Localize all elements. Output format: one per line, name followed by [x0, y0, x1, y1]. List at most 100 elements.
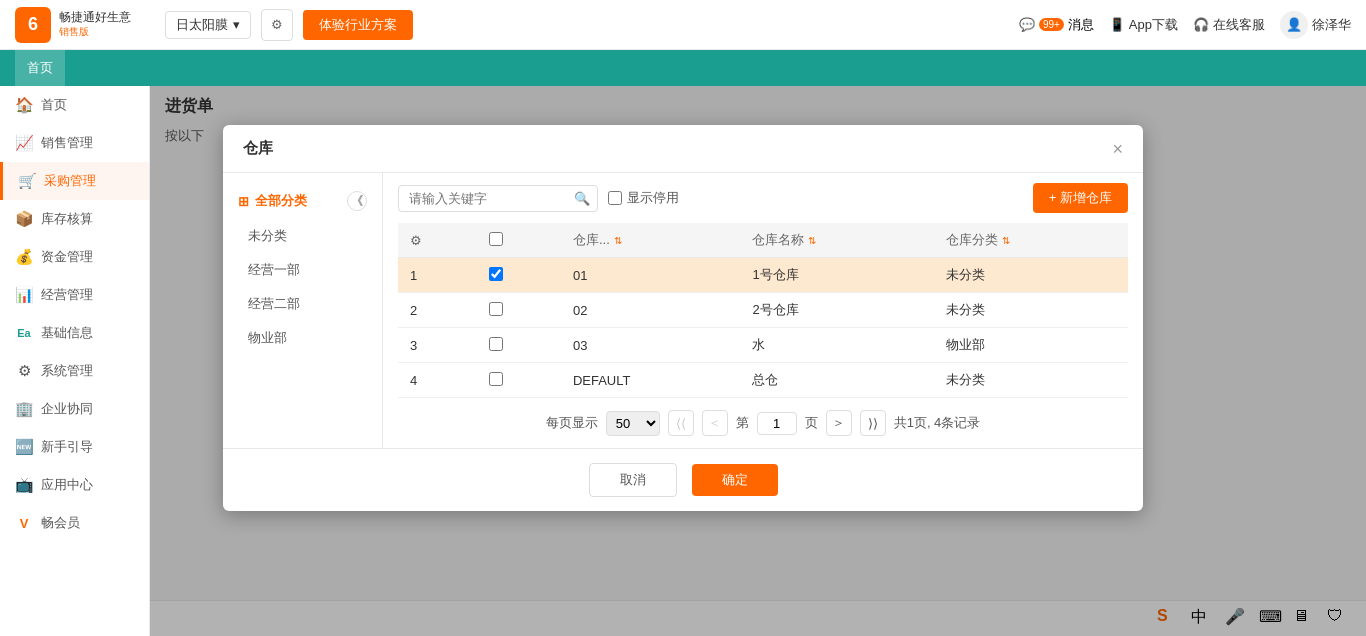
header-right: 💬 99+ 消息 📱 App下载 🎧 在线客服 👤 徐泽华: [1019, 11, 1351, 39]
search-input[interactable]: [398, 185, 598, 212]
purchase-icon: 🛒: [18, 172, 36, 190]
sidebar-item-member[interactable]: V 畅会员: [0, 504, 149, 542]
search-icon[interactable]: 🔍: [574, 191, 590, 206]
sidebar-label-member: 畅会员: [41, 514, 80, 532]
table-row[interactable]: 3 03 水 物业部: [398, 328, 1128, 363]
col-checkbox: [477, 223, 561, 258]
sidebar-item-apps[interactable]: 📺 应用中心: [0, 466, 149, 504]
col-name-label: 仓库名称: [752, 231, 804, 249]
row-category: 物业部: [934, 328, 1128, 363]
logo-area: 6 畅捷通好生意 销售版: [15, 7, 165, 43]
prev-page-button[interactable]: ＜: [702, 410, 728, 436]
category-item-op1[interactable]: 经营一部: [223, 253, 382, 287]
app-download-button[interactable]: 📱 App下载: [1109, 16, 1178, 34]
sidebar-item-operation[interactable]: 📊 经营管理: [0, 276, 149, 314]
message-label: 消息: [1068, 16, 1094, 34]
modal-backdrop: 仓库 × ⊞ 全部分类 《 未分类 经营一部 经营二部: [150, 86, 1366, 636]
trial-button[interactable]: 体验行业方案: [303, 10, 413, 40]
store-selector[interactable]: 日太阳膜 ▾: [165, 11, 251, 39]
row-checkbox-cell: [477, 328, 561, 363]
per-page-select[interactable]: 50 10 20 100: [606, 411, 660, 436]
show-disabled-wrap: 显示停用: [608, 189, 679, 207]
sidebar-item-enterprise[interactable]: 🏢 企业协同: [0, 390, 149, 428]
store-name: 日太阳膜: [176, 16, 228, 34]
row-checkbox-cell: [477, 258, 561, 293]
category-item-op2[interactable]: 经营二部: [223, 287, 382, 321]
operation-icon: 📊: [15, 286, 33, 304]
total-info: 共1页, 4条记录: [894, 414, 981, 432]
sidebar-label-inventory: 库存核算: [41, 210, 93, 228]
modal-close-button[interactable]: ×: [1112, 140, 1123, 158]
enterprise-icon: 🏢: [15, 400, 33, 418]
add-warehouse-button[interactable]: + 新增仓库: [1033, 183, 1128, 213]
category-item-property[interactable]: 物业部: [223, 321, 382, 355]
select-all-checkbox[interactable]: [489, 232, 503, 246]
sidebar-label-operation: 经营管理: [41, 286, 93, 304]
page-label: 第: [736, 414, 749, 432]
username: 徐泽华: [1312, 16, 1351, 34]
page-suffix: 页: [805, 414, 818, 432]
sidebar-label-apps: 应用中心: [41, 476, 93, 494]
sidebar-label-enterprise: 企业协同: [41, 400, 93, 418]
sales-icon: 📈: [15, 134, 33, 152]
table-body: 1 01 1号仓库 未分类 2 02 2号仓库 未分类 3 03 水 物业部 4: [398, 258, 1128, 398]
member-icon: V: [15, 514, 33, 532]
show-disabled-checkbox[interactable]: [608, 191, 622, 205]
all-category-header[interactable]: ⊞ 全部分类 《: [223, 183, 382, 219]
row-action: 3: [398, 328, 477, 363]
page-input[interactable]: [757, 412, 797, 435]
row-category: 未分类: [934, 293, 1128, 328]
row-checkbox[interactable]: [489, 372, 503, 386]
row-checkbox[interactable]: [489, 267, 503, 281]
col-settings: ⚙: [398, 223, 477, 258]
data-table: ⚙ 仓库... ⇅: [398, 223, 1128, 398]
row-checkbox[interactable]: [489, 302, 503, 316]
sidebar-label-finance: 资金管理: [41, 248, 93, 266]
message-badge: 99+: [1039, 18, 1064, 31]
table-row[interactable]: 4 DEFAULT 总仓 未分类: [398, 363, 1128, 398]
finance-icon: 💰: [15, 248, 33, 266]
user-menu[interactable]: 👤 徐泽华: [1280, 11, 1351, 39]
confirm-button[interactable]: 确定: [692, 464, 778, 496]
next-page-button[interactable]: ＞: [826, 410, 852, 436]
col-code-label: 仓库...: [573, 231, 610, 249]
sidebar-item-finance[interactable]: 💰 资金管理: [0, 238, 149, 276]
settings-button[interactable]: ⚙: [261, 9, 293, 41]
avatar: 👤: [1280, 11, 1308, 39]
apps-icon: 📺: [15, 476, 33, 494]
inventory-icon: 📦: [15, 210, 33, 228]
table-row[interactable]: 1 01 1号仓库 未分类: [398, 258, 1128, 293]
sidebar-label-home: 首页: [41, 96, 67, 114]
service-button[interactable]: 🎧 在线客服: [1193, 16, 1265, 34]
grid-icon: ⊞: [238, 194, 249, 209]
all-category-label: 全部分类: [255, 192, 307, 210]
sidebar-label-system: 系统管理: [41, 362, 93, 380]
pagination: 每页显示 50 10 20 100 ⟨⟨ ＜ 第 页: [383, 398, 1143, 448]
sidebar-item-guide[interactable]: 🆕 新手引导: [0, 428, 149, 466]
sidebar-item-purchase[interactable]: 🛒 采购管理: [0, 162, 149, 200]
logo-icon: 6: [15, 7, 51, 43]
main-layout: 🏠 首页 📈 销售管理 🛒 采购管理 📦 库存核算 💰 资金管理 📊 经营管理 …: [0, 86, 1366, 636]
sort-icon-code: ⇅: [614, 235, 622, 246]
basic-icon: Ea: [15, 324, 33, 342]
sidebar-item-sales[interactable]: 📈 销售管理: [0, 124, 149, 162]
warehouse-table: ⚙ 仓库... ⇅: [398, 223, 1128, 398]
last-page-button[interactable]: ⟩⟩: [860, 410, 886, 436]
row-checkbox[interactable]: [489, 337, 503, 351]
category-item-uncategorized[interactable]: 未分类: [223, 219, 382, 253]
first-page-button[interactable]: ⟨⟨: [668, 410, 694, 436]
cancel-button[interactable]: 取消: [589, 463, 677, 497]
sidebar-item-inventory[interactable]: 📦 库存核算: [0, 200, 149, 238]
table-row[interactable]: 2 02 2号仓库 未分类: [398, 293, 1128, 328]
col-category: 仓库分类 ⇅: [934, 223, 1128, 258]
modal-title: 仓库: [243, 139, 273, 158]
sidebar-item-basic[interactable]: Ea 基础信息: [0, 314, 149, 352]
row-action: 1: [398, 258, 477, 293]
warehouse-modal: 仓库 × ⊞ 全部分类 《 未分类 经营一部 经营二部: [223, 125, 1143, 511]
sidebar-item-home[interactable]: 🏠 首页: [0, 86, 149, 124]
message-button[interactable]: 💬 99+ 消息: [1019, 16, 1094, 34]
sidebar-item-system[interactable]: ⚙ 系统管理: [0, 352, 149, 390]
row-name: 1号仓库: [740, 258, 934, 293]
nav-home[interactable]: 首页: [15, 50, 65, 86]
collapse-button[interactable]: 《: [347, 191, 367, 211]
